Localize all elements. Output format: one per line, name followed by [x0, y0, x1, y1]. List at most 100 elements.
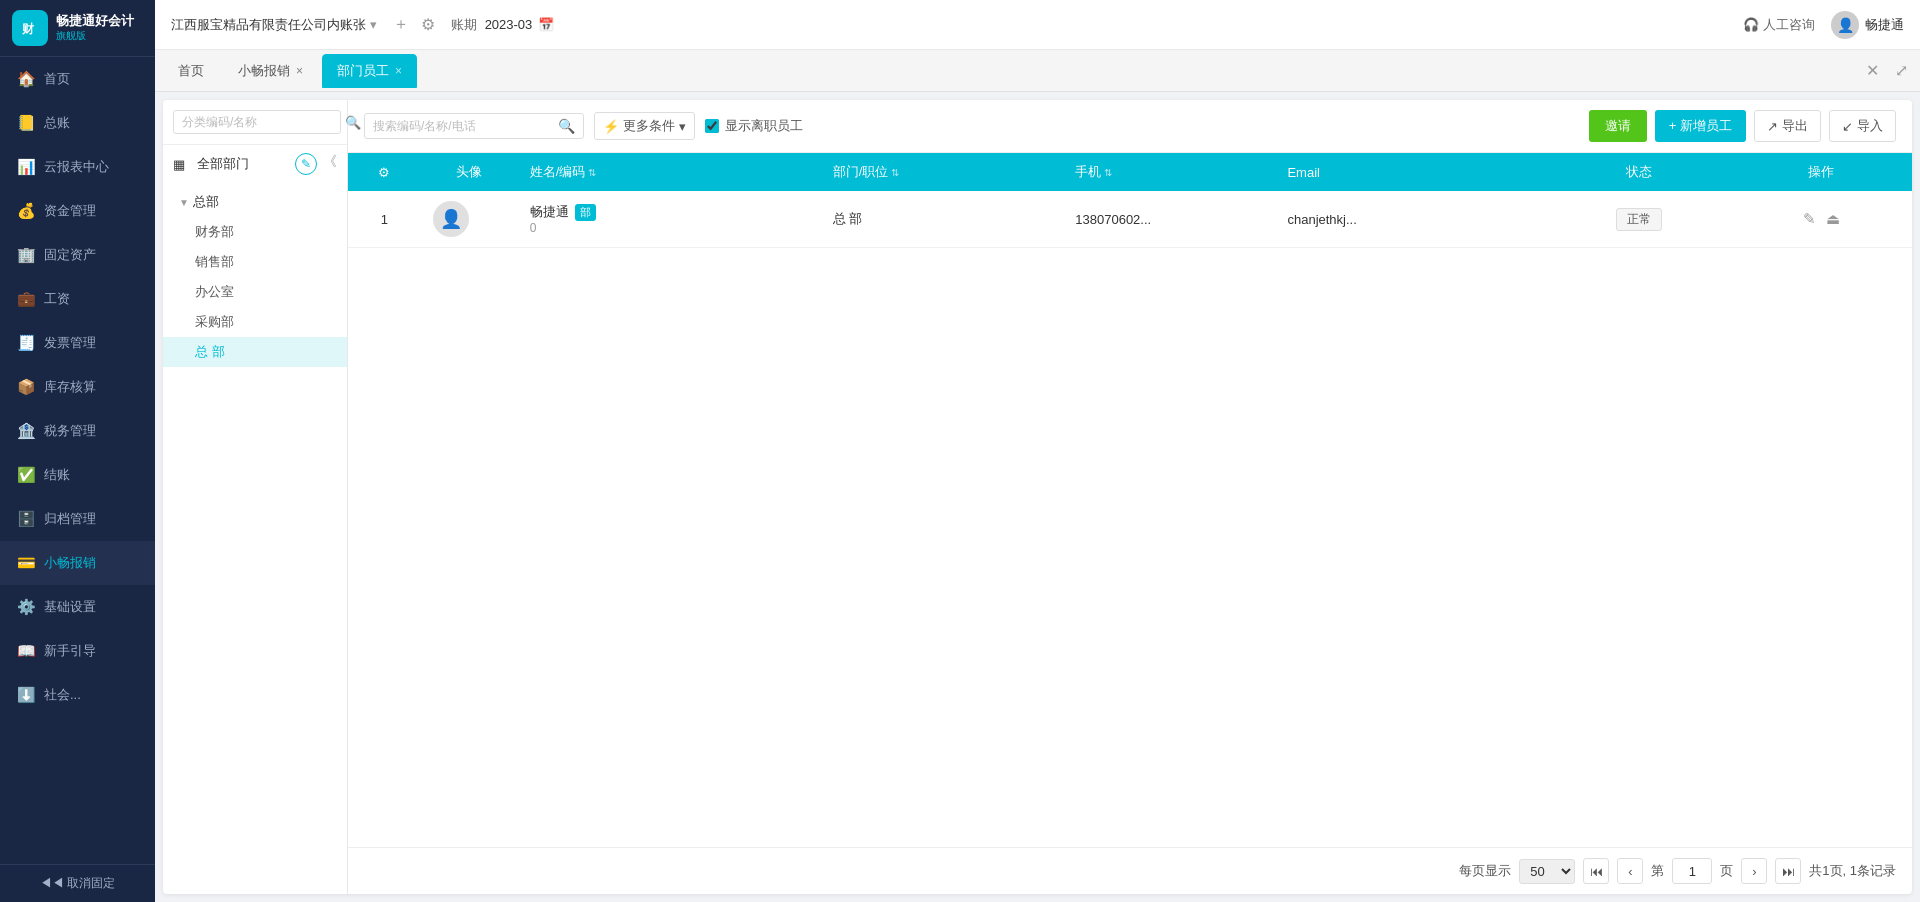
salary-icon: 💼 [16, 289, 36, 309]
sidebar-item-guide[interactable]: 📖 新手引导 [0, 629, 155, 673]
tab-department-close[interactable]: × [395, 64, 402, 78]
tab-xiaochange-label: 小畅报销 [238, 62, 290, 80]
col-phone[interactable]: 手机 [1063, 153, 1275, 191]
sidebar-item-invoice-label: 发票管理 [44, 334, 96, 352]
col-actions: 操作 [1730, 153, 1912, 191]
page-input[interactable] [1672, 858, 1712, 884]
tab-home[interactable]: 首页 [163, 54, 219, 88]
dept-search-input[interactable] [173, 110, 341, 134]
calendar-icon[interactable]: 📅 [538, 17, 554, 32]
all-dept-header[interactable]: ▦ 全部部门 ✎ 《 [163, 145, 347, 183]
pagination: 每页显示 50 20 100 ⏮ ‹ 第 页 › ⏭ 共1页, 1条记录 [348, 847, 1912, 894]
sidebar-item-archive[interactable]: 🗄️ 归档管理 [0, 497, 155, 541]
company-dropdown-icon[interactable]: ▾ [370, 17, 377, 32]
last-page-btn[interactable]: ⏭ [1775, 858, 1801, 884]
avatar: 👤 [433, 201, 469, 237]
sidebar-item-tax[interactable]: 🏦 税务管理 [0, 409, 155, 453]
invite-btn[interactable]: 邀请 [1589, 110, 1647, 142]
tab-xiaochange-close[interactable]: × [296, 64, 303, 78]
sidebar-item-settings[interactable]: ⚙️ 基础设置 [0, 585, 155, 629]
dept-header-actions: ✎ 《 [295, 153, 337, 175]
dept-item-office[interactable]: 办公室 [163, 277, 347, 307]
sidebar-item-inventory[interactable]: 📦 库存核算 [0, 365, 155, 409]
dept-item-finance[interactable]: 财务部 [163, 217, 347, 247]
col-status: 状态 [1548, 153, 1730, 191]
tab-home-label: 首页 [178, 62, 204, 80]
search-input[interactable] [373, 119, 558, 133]
close-tab-icon[interactable]: ✕ [1862, 57, 1883, 84]
col-name-code[interactable]: 姓名/编码 [518, 153, 821, 191]
maximize-icon[interactable]: ⤢ [1891, 57, 1912, 84]
sidebar-item-expense[interactable]: 💳 小畅报销 [0, 541, 155, 585]
row-avatar: 👤 [421, 191, 518, 248]
period-value[interactable]: 2023-03 [485, 17, 533, 32]
main-area: 江西服宝精品有限责任公司内账张 ▾ ＋ ⚙ 账期 2023-03 📅 🎧 人工咨… [155, 0, 1920, 902]
toolbar-right: 邀请 + 新增员工 ↗ 导出 ↙ 导入 [1589, 110, 1896, 142]
home-icon: 🏠 [16, 69, 36, 89]
total-info: 共1页, 1条记录 [1809, 862, 1896, 880]
collapse-dept-btn[interactable]: 《 [323, 153, 337, 175]
sidebar-item-capital[interactable]: 💰 资金管理 [0, 189, 155, 233]
tab-department[interactable]: 部门员工 × [322, 54, 417, 88]
expand-arrow-icon: ▼ [179, 197, 189, 208]
delete-emp-icon[interactable]: ⏏ [1826, 210, 1840, 228]
sidebar-item-archive-label: 归档管理 [44, 510, 96, 528]
dept-item-sales[interactable]: 销售部 [163, 247, 347, 277]
sidebar-item-invoice[interactable]: 🧾 发票管理 [0, 321, 155, 365]
sidebar-item-capital-label: 资金管理 [44, 202, 96, 220]
import-btn[interactable]: ↙ 导入 [1829, 110, 1896, 142]
settings-icon[interactable]: ⚙ [421, 15, 435, 34]
edit-emp-icon[interactable]: ✎ [1803, 210, 1816, 228]
row-email: chanjethkj... [1275, 191, 1548, 248]
grid-icon: ▦ [173, 157, 185, 172]
dept-item-purchase[interactable]: 采购部 [163, 307, 347, 337]
tab-xiaochange[interactable]: 小畅报销 × [223, 54, 318, 88]
sidebar-item-assets[interactable]: 🏢 固定资产 [0, 233, 155, 277]
export-icon: ↗ [1767, 119, 1778, 134]
sidebar: 财 畅捷通好会计 旗舰版 🏠 首页 📒 总账 📊 云报表中心 💰 资金管理 🏢 … [0, 0, 155, 902]
first-page-btn[interactable]: ⏮ [1583, 858, 1609, 884]
sidebar-item-home[interactable]: 🏠 首页 [0, 57, 155, 101]
add-emp-btn[interactable]: + 新增员工 [1655, 110, 1746, 142]
add-company-icon[interactable]: ＋ [393, 14, 409, 35]
period-label: 账期 2023-03 [451, 16, 532, 34]
sidebar-item-salary[interactable]: 💼 工资 [0, 277, 155, 321]
dept-panel: 🔍 ▦ 全部部门 ✎ 《 ▼ 总部 财务部 销售部 办公室 [163, 100, 348, 894]
col-gear[interactable]: ⚙ [348, 153, 421, 191]
archive-icon: 🗄️ [16, 509, 36, 529]
edit-dept-btn[interactable]: ✎ [295, 153, 317, 175]
user-menu[interactable]: 👤 畅捷通 [1831, 11, 1904, 39]
export-btn[interactable]: ↗ 导出 [1754, 110, 1821, 142]
dept-item-hq-main[interactable]: 总 部 [163, 337, 347, 367]
show-resigned-input[interactable] [705, 119, 719, 133]
sidebar-item-reports[interactable]: 📊 云报表中心 [0, 145, 155, 189]
sidebar-item-checkout[interactable]: ✅ 结账 [0, 453, 155, 497]
prev-page-btn[interactable]: ‹ [1617, 858, 1643, 884]
emp-name: 畅捷通 [530, 203, 569, 221]
sidebar-item-salary-label: 工资 [44, 290, 70, 308]
search-icon[interactable]: 🔍 [558, 118, 575, 134]
show-resigned-checkbox[interactable]: 显示离职员工 [705, 117, 803, 135]
next-page-btn[interactable]: › [1741, 858, 1767, 884]
sidebar-item-more[interactable]: ⬇️ 社会... [0, 673, 155, 717]
per-page-select[interactable]: 50 20 100 [1519, 859, 1575, 884]
row-index: 1 [348, 191, 421, 248]
filter-icon: ⚡ [603, 119, 619, 134]
toolbar: 🔍 ⚡ 更多条件 ▾ 显示离职员工 邀请 + 新增员工 ↗ 导出 [348, 100, 1912, 153]
reports-icon: 📊 [16, 157, 36, 177]
dept-group-hq-header[interactable]: ▼ 总部 [163, 187, 347, 217]
filter-btn[interactable]: ⚡ 更多条件 ▾ [594, 112, 695, 140]
ledger-icon: 📒 [16, 113, 36, 133]
page-suffix: 页 [1720, 862, 1733, 880]
emp-dept-badge: 部 [575, 204, 596, 221]
table-row: 1 👤 畅捷通 部 0 总 部 138070602... chanjethkj.… [348, 191, 1912, 248]
right-panel: 🔍 ⚡ 更多条件 ▾ 显示离职员工 邀请 + 新增员工 ↗ 导出 [348, 100, 1912, 894]
inventory-icon: 📦 [16, 377, 36, 397]
page-label: 第 [1651, 862, 1664, 880]
svg-text:财: 财 [21, 22, 35, 36]
capital-icon: 💰 [16, 201, 36, 221]
col-dept-pos[interactable]: 部门/职位 [821, 153, 1063, 191]
sidebar-item-ledger[interactable]: 📒 总账 [0, 101, 155, 145]
service-btn[interactable]: 🎧 人工咨询 [1743, 16, 1815, 34]
sidebar-unpin-btn[interactable]: ◀◀ 取消固定 [0, 864, 155, 902]
